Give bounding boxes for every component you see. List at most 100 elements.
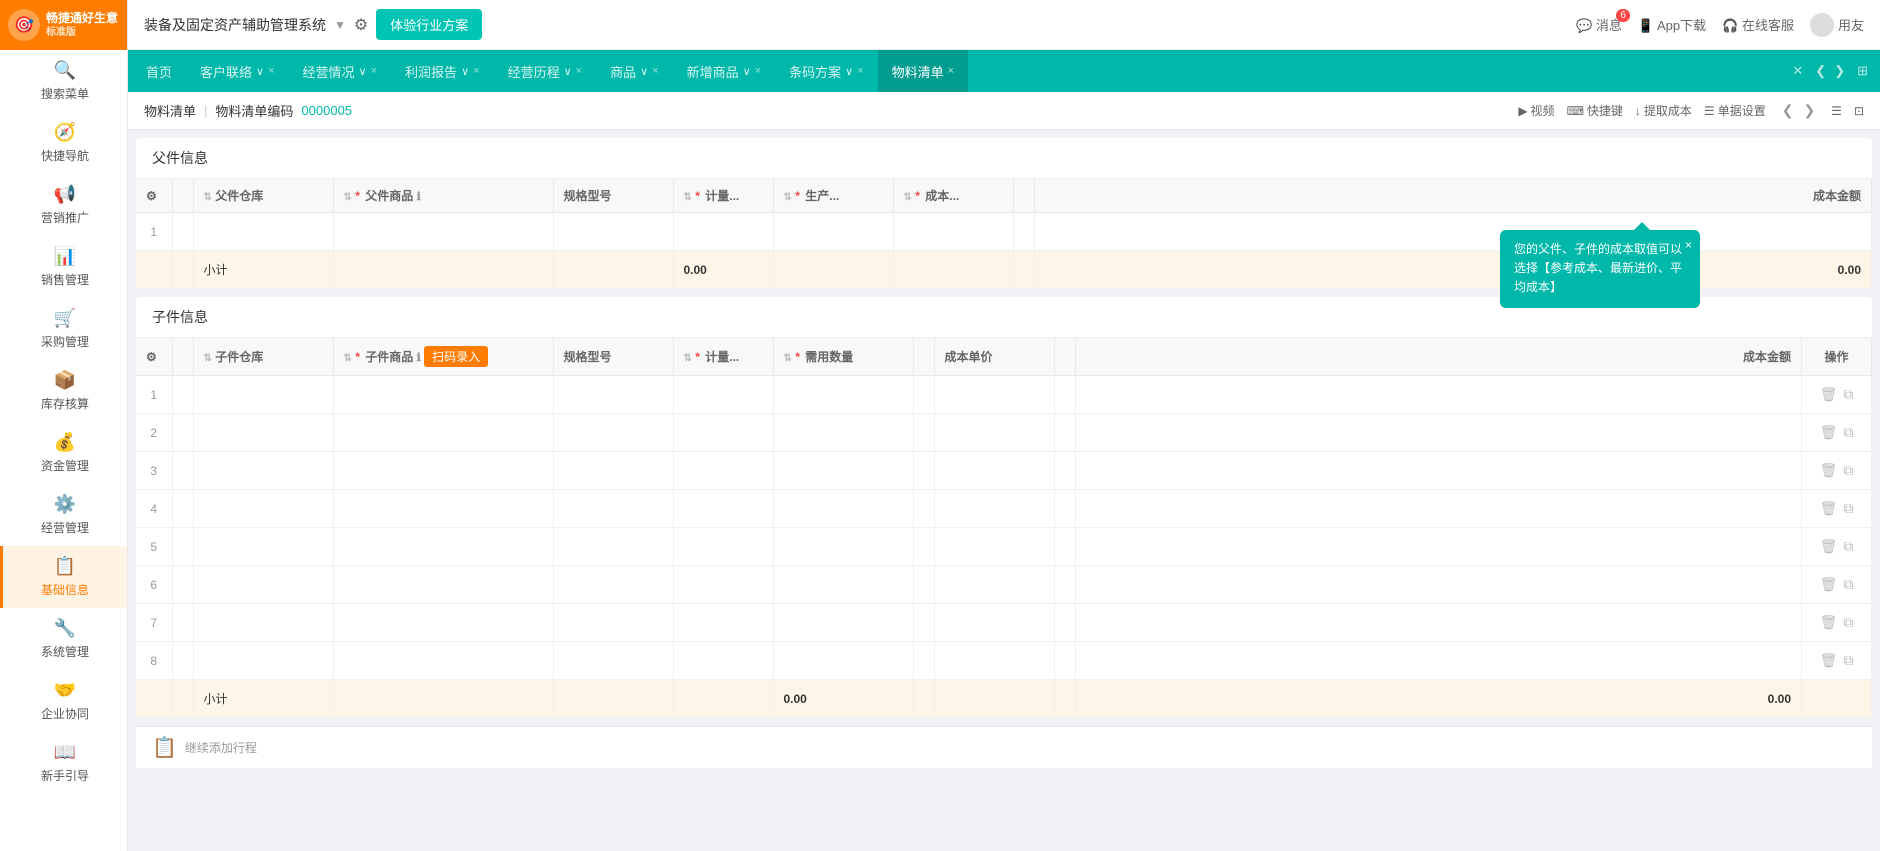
child-row1-goods[interactable]	[333, 376, 553, 414]
child-row7-needed-qty[interactable]	[773, 604, 913, 642]
extract-cost-button[interactable]: ↓ 提取成本	[1635, 102, 1692, 119]
tab-new-goods-close[interactable]: ×	[755, 65, 761, 77]
child-row8-needed-qty[interactable]	[773, 642, 913, 680]
child-row7-goods[interactable]	[333, 604, 553, 642]
parent-row1-goods[interactable]	[333, 213, 553, 251]
tab-ops-close[interactable]: ×	[371, 65, 377, 77]
app-download-button[interactable]: 📱 App下载	[1638, 15, 1706, 34]
sidebar-item-operations[interactable]: ⚙️ 经营管理	[0, 484, 127, 546]
delete-row1-button[interactable]: 🗑	[1820, 386, 1838, 403]
child-row7-warehouse[interactable]	[193, 604, 333, 642]
copy-row7-button[interactable]: ⧉	[1843, 614, 1853, 631]
tab-customer-close[interactable]: ×	[268, 65, 274, 77]
child-row3-warehouse[interactable]	[193, 452, 333, 490]
delete-row5-button[interactable]: 🗑	[1820, 538, 1838, 555]
sidebar-item-marketing[interactable]: 📢 营销推广	[0, 174, 127, 236]
tab-home[interactable]: 首页	[132, 50, 186, 92]
tab-goods-close[interactable]: ×	[652, 65, 658, 77]
trial-button[interactable]: 体验行业方案	[376, 9, 482, 40]
tab-operations-history[interactable]: 经营历程 ∨ ×	[494, 50, 597, 92]
child-row4-warehouse[interactable]	[193, 490, 333, 528]
child-row6-needed-qty[interactable]	[773, 566, 913, 604]
child-row1-needed-qty[interactable]	[773, 376, 913, 414]
parent-col-gear[interactable]: ⚙	[136, 179, 172, 213]
video-button[interactable]: ▶ 视频	[1518, 102, 1554, 119]
tab-customer[interactable]: 客户联络 ∨ ×	[186, 50, 289, 92]
sidebar-item-search[interactable]: 🔍 搜索菜单	[0, 50, 127, 112]
copy-row6-button[interactable]: ⧉	[1843, 576, 1853, 593]
copy-row4-button[interactable]: ⧉	[1843, 500, 1853, 517]
child-row3-goods[interactable]	[333, 452, 553, 490]
tab-profit-close[interactable]: ×	[473, 65, 479, 77]
tab-barcode[interactable]: 条码方案 ∨ ×	[775, 50, 878, 92]
tooltip-close-button[interactable]: ×	[1685, 236, 1692, 255]
tab-nav-right[interactable]: ❯	[1830, 63, 1849, 79]
sidebar-item-nav[interactable]: 🧭 快捷导航	[0, 112, 127, 174]
delete-row8-button[interactable]: 🗑	[1820, 652, 1838, 669]
parent-row1-cost[interactable]	[893, 213, 1013, 251]
delete-row3-button[interactable]: 🗑	[1820, 462, 1838, 479]
child-row7-unit[interactable]	[673, 604, 773, 642]
tab-bom-close[interactable]: ×	[948, 65, 954, 77]
child-row6-warehouse[interactable]	[193, 566, 333, 604]
parent-row1-warehouse[interactable]	[193, 213, 333, 251]
child-row5-unit[interactable]	[673, 528, 773, 566]
sidebar-item-sales[interactable]: 📊 销售管理	[0, 236, 127, 298]
delete-row4-button[interactable]: 🗑	[1820, 500, 1838, 517]
child-row5-goods[interactable]	[333, 528, 553, 566]
single-settings-button[interactable]: ☰ 单据设置	[1704, 102, 1766, 119]
user-menu[interactable]: 用友	[1810, 13, 1864, 37]
child-col-gear[interactable]: ⚙	[136, 338, 172, 376]
sidebar-item-purchase[interactable]: 🛒 采购管理	[0, 298, 127, 360]
tab-nav-left[interactable]: ❮	[1811, 63, 1830, 79]
child-row2-goods[interactable]	[333, 414, 553, 452]
copy-row1-button[interactable]: ⧉	[1843, 386, 1853, 403]
online-service-button[interactable]: 🎧 在线客服	[1722, 15, 1794, 34]
close-tab-button[interactable]: ✕	[1784, 63, 1811, 79]
child-row8-goods[interactable]	[333, 642, 553, 680]
child-row2-warehouse[interactable]	[193, 414, 333, 452]
list-view-button[interactable]: ☰	[1831, 104, 1842, 118]
child-row4-needed-qty[interactable]	[773, 490, 913, 528]
child-row6-goods[interactable]	[333, 566, 553, 604]
child-row8-warehouse[interactable]	[193, 642, 333, 680]
delete-row7-button[interactable]: 🗑	[1820, 614, 1838, 631]
child-row4-unit[interactable]	[673, 490, 773, 528]
delete-row6-button[interactable]: 🗑	[1820, 576, 1838, 593]
settings-gear-icon[interactable]: ⚙	[354, 15, 368, 35]
sidebar-item-system[interactable]: 🔧 系统管理	[0, 608, 127, 670]
child-row1-warehouse[interactable]	[193, 376, 333, 414]
child-row4-goods[interactable]	[333, 490, 553, 528]
message-button[interactable]: 💬 6 消息	[1576, 15, 1622, 34]
tab-new-goods[interactable]: 新增商品 ∨ ×	[673, 50, 776, 92]
copy-row2-button[interactable]: ⧉	[1843, 424, 1853, 441]
tab-barcode-close[interactable]: ×	[857, 65, 863, 77]
next-record-button[interactable]: ❯	[1799, 100, 1819, 121]
copy-row3-button[interactable]: ⧉	[1843, 462, 1853, 479]
child-row3-needed-qty[interactable]	[773, 452, 913, 490]
tab-hist-close[interactable]: ×	[576, 65, 582, 77]
child-row6-unit[interactable]	[673, 566, 773, 604]
delete-row2-button[interactable]: 🗑	[1820, 424, 1838, 441]
full-width-button[interactable]: ⊡	[1854, 104, 1864, 118]
child-row5-warehouse[interactable]	[193, 528, 333, 566]
tab-goods[interactable]: 商品 ∨ ×	[596, 50, 673, 92]
tab-bom[interactable]: 物料清单 ×	[878, 50, 968, 92]
sidebar-item-guide[interactable]: 📖 新手引导	[0, 732, 127, 794]
child-row1-unit[interactable]	[673, 376, 773, 414]
sidebar-item-inventory[interactable]: 📦 库存核算	[0, 360, 127, 422]
scan-input-button[interactable]: 扫码录入	[424, 346, 488, 367]
child-row2-needed-qty[interactable]	[773, 414, 913, 452]
sidebar-item-basic[interactable]: 📋 基础信息	[0, 546, 127, 608]
copy-row5-button[interactable]: ⧉	[1843, 538, 1853, 555]
tab-grid-icon[interactable]: ⊞	[1849, 63, 1876, 79]
sidebar-item-finance[interactable]: 💰 资金管理	[0, 422, 127, 484]
shortcut-button[interactable]: ⌨ 快捷键	[1567, 102, 1623, 119]
parent-row1-production[interactable]	[773, 213, 893, 251]
child-row8-unit[interactable]	[673, 642, 773, 680]
copy-row8-button[interactable]: ⧉	[1843, 652, 1853, 669]
sidebar-item-enterprise[interactable]: 🤝 企业协同	[0, 670, 127, 732]
child-row2-unit[interactable]	[673, 414, 773, 452]
prev-record-button[interactable]: ❮	[1778, 100, 1798, 121]
parent-row1-unit[interactable]	[673, 213, 773, 251]
